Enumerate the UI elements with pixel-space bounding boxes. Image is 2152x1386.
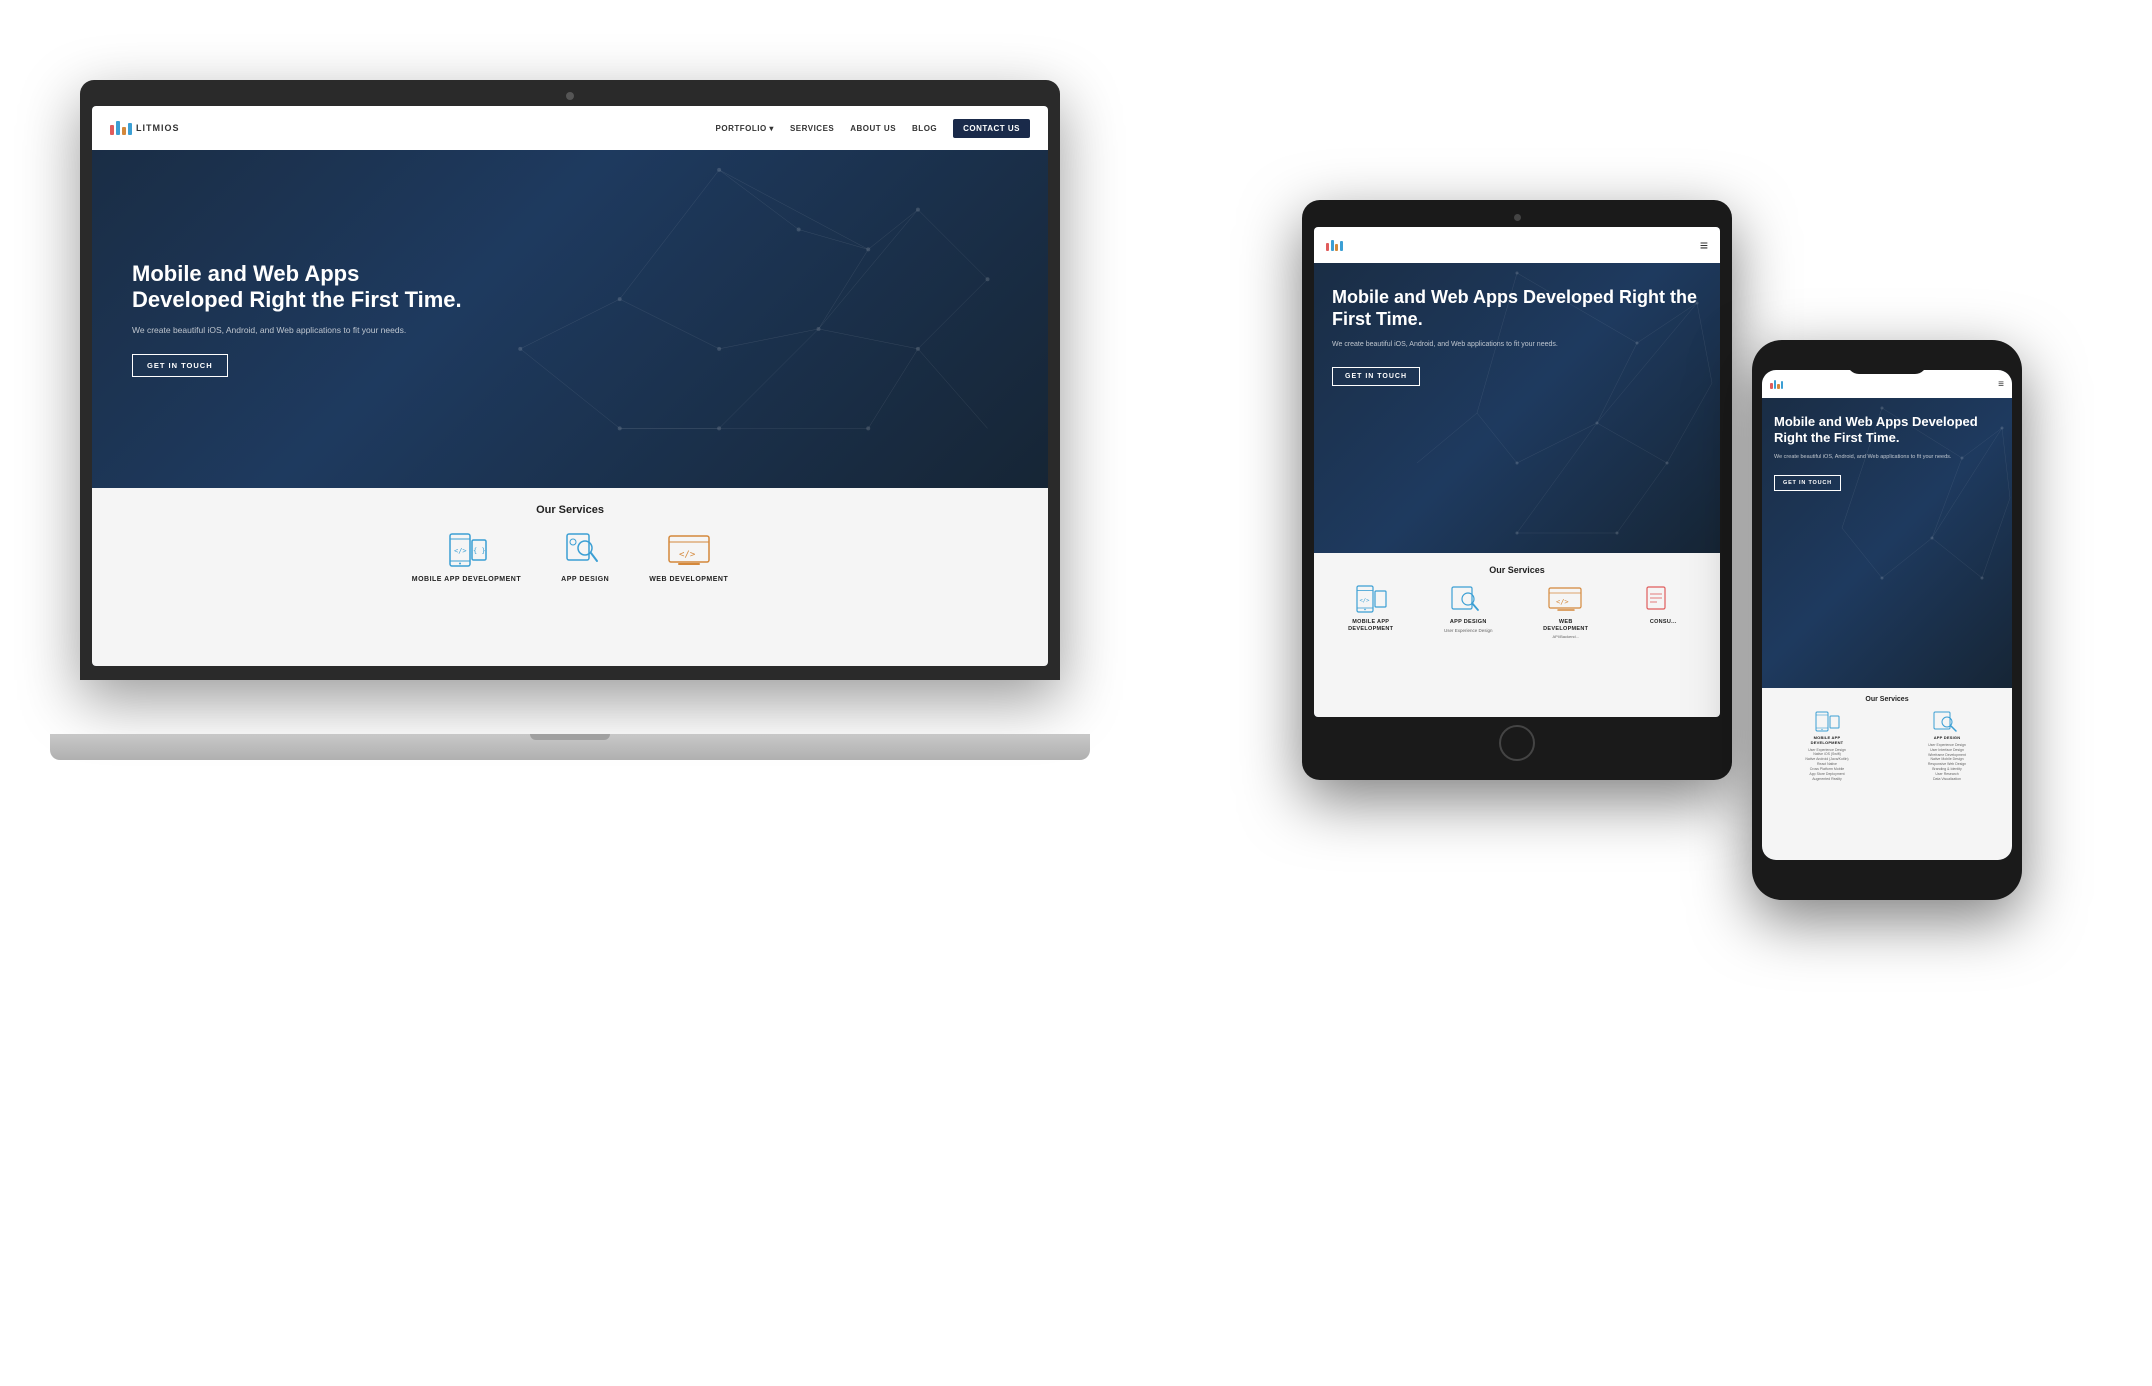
- phone-hero-subtitle: We create beautiful iOS, Android, and We…: [1774, 453, 2000, 461]
- tablet-app-design-icon: [1450, 585, 1486, 615]
- phone-nav: ≡: [1762, 370, 2012, 398]
- tablet-consulting: CONSU...: [1619, 585, 1709, 639]
- laptop-logo: LITMIOS: [110, 121, 180, 135]
- svg-text:</>: </>: [454, 547, 467, 555]
- mobile-app-icon: </> { }: [444, 532, 488, 568]
- laptop-base: [50, 734, 1090, 760]
- phone-design-detail: User Experience DesignUser Interface Des…: [1890, 743, 2004, 782]
- tablet-mobile-label: MOBILE APPDEVELOPMENT: [1326, 619, 1416, 632]
- logo-text: LITMIOS: [136, 123, 180, 133]
- phone-app-design: APP DESIGN User Experience DesignUser In…: [1890, 711, 2004, 782]
- phone-device: ≡: [1752, 340, 2022, 900]
- tablet-consulting-icon: [1645, 585, 1681, 615]
- phone-mobile-app-icon: [1813, 711, 1841, 733]
- nav-portfolio[interactable]: PORTFOLIO ▾: [716, 124, 774, 133]
- phone-mobile-detail: User Experience DesignNative iOS (Swift)…: [1770, 748, 1884, 782]
- tablet-consulting-label: CONSU...: [1619, 619, 1709, 626]
- tablet-web-dev-icon: </>: [1548, 585, 1584, 615]
- phone-hero-title: Mobile and Web Apps Developed Right the …: [1774, 414, 2000, 445]
- tablet-design-sub: User Experience Design: [1424, 628, 1514, 633]
- phone-services-title: Our Services: [1770, 696, 2004, 703]
- tablet-hero: Mobile and Web Apps Developed Right the …: [1314, 263, 1720, 553]
- tablet-web-sub: API/Backend...: [1521, 634, 1611, 639]
- tablet-nav: ≡: [1314, 227, 1720, 263]
- logo-icon: [110, 121, 132, 135]
- laptop-hero-title: Mobile and Web Apps Developed Right the …: [132, 261, 472, 314]
- svg-text:</>: </>: [679, 550, 696, 560]
- phone-app-design-icon: [1933, 711, 1961, 733]
- phone-screen: ≡: [1762, 370, 2012, 860]
- nav-blog[interactable]: BLOG: [912, 124, 937, 133]
- svg-text:</>: </>: [1556, 598, 1569, 606]
- laptop-hero-subtitle: We create beautiful iOS, Android, and We…: [132, 324, 472, 337]
- tablet-menu-icon[interactable]: ≡: [1700, 237, 1708, 253]
- service-app-design: APP DESIGN: [561, 532, 609, 583]
- scene: LITMIOS PORTFOLIO ▾ SERVICES ABOUT US BL…: [0, 0, 2152, 1386]
- phone-hero: Mobile and Web Apps Developed Right the …: [1762, 398, 2012, 688]
- tablet-mobile-app-icon: </>: [1353, 585, 1389, 615]
- phone-mobile-dev: MOBILE APPDEVELOPMENT User Experience De…: [1770, 711, 1884, 782]
- tablet-services: Our Services </>: [1314, 553, 1720, 717]
- tablet-services-title: Our Services: [1326, 565, 1708, 575]
- tablet-network-bg-icon: [1314, 263, 1720, 553]
- phone-get-in-touch-button[interactable]: GET IN TOUCH: [1774, 475, 1841, 491]
- phone-services-grid: MOBILE APPDEVELOPMENT User Experience De…: [1770, 711, 2004, 782]
- tablet-design-label: APP DESIGN: [1424, 619, 1514, 626]
- tablet-mobile-dev: </> MOBILE APPDEVELOPMENT: [1326, 585, 1416, 639]
- laptop-services-title: Our Services: [132, 504, 1008, 516]
- phone-design-label: APP DESIGN: [1890, 736, 2004, 741]
- nav-services[interactable]: SERVICES: [790, 124, 834, 133]
- phone-hero-content: Mobile and Web Apps Developed Right the …: [1774, 414, 2000, 491]
- laptop-camera: [566, 92, 574, 100]
- svg-text:{ }: { }: [473, 547, 486, 555]
- service-web-dev: </> WEB DEVELOPMENT: [649, 532, 728, 583]
- phone-notch: [1847, 354, 1927, 374]
- tablet-camera: [1514, 214, 1521, 221]
- phone-menu-icon[interactable]: ≡: [1998, 379, 2004, 390]
- app-design-label: APP DESIGN: [561, 576, 609, 583]
- web-dev-label: WEB DEVELOPMENT: [649, 576, 728, 583]
- laptop-body: LITMIOS PORTFOLIO ▾ SERVICES ABOUT US BL…: [80, 80, 1060, 680]
- svg-text:</>: </>: [1359, 598, 1370, 604]
- laptop-nav: LITMIOS PORTFOLIO ▾ SERVICES ABOUT US BL…: [92, 106, 1048, 150]
- tablet-web-dev: </> WEBDEVELOPMENT API/Backend...: [1521, 585, 1611, 639]
- phone-body: ≡: [1752, 340, 2022, 900]
- laptop-services-grid: </> { } MOBILE APP DEVELOPMENT: [132, 532, 1008, 583]
- tablet-body: ≡: [1302, 200, 1732, 780]
- laptop-device: LITMIOS PORTFOLIO ▾ SERVICES ABOUT US BL…: [80, 80, 1060, 760]
- tablet-home-button[interactable]: [1499, 725, 1535, 761]
- tablet-app-design: APP DESIGN User Experience Design: [1424, 585, 1514, 639]
- web-dev-icon: </>: [667, 532, 711, 568]
- laptop-hero-content: Mobile and Web Apps Developed Right the …: [132, 261, 472, 378]
- tablet-logo-icon: [1326, 240, 1343, 251]
- laptop-nav-links: PORTFOLIO ▾ SERVICES ABOUT US BLOG CONTA…: [716, 119, 1030, 138]
- nav-about[interactable]: ABOUT US: [850, 124, 896, 133]
- phone-logo-icon: [1770, 380, 1783, 389]
- tablet-screen: ≡: [1314, 227, 1720, 717]
- contact-us-button[interactable]: CONTACT US: [953, 119, 1030, 138]
- tablet-device: ≡: [1302, 200, 1732, 780]
- app-design-icon: [563, 532, 607, 568]
- service-mobile-dev: </> { } MOBILE APP DEVELOPMENT: [412, 532, 521, 583]
- laptop-screen: LITMIOS PORTFOLIO ▾ SERVICES ABOUT US BL…: [92, 106, 1048, 666]
- phone-services: Our Services: [1762, 688, 2012, 860]
- laptop-services: Our Services </>: [92, 488, 1048, 666]
- mobile-dev-label: MOBILE APP DEVELOPMENT: [412, 576, 521, 583]
- get-in-touch-button[interactable]: GET IN TOUCH: [132, 354, 228, 377]
- laptop-hero: Mobile and Web Apps Developed Right the …: [92, 150, 1048, 488]
- tablet-services-grid: </> MOBILE APPDEVELOPMENT: [1326, 585, 1708, 639]
- phone-mobile-label: MOBILE APPDEVELOPMENT: [1770, 736, 1884, 746]
- tablet-web-label: WEBDEVELOPMENT: [1521, 619, 1611, 632]
